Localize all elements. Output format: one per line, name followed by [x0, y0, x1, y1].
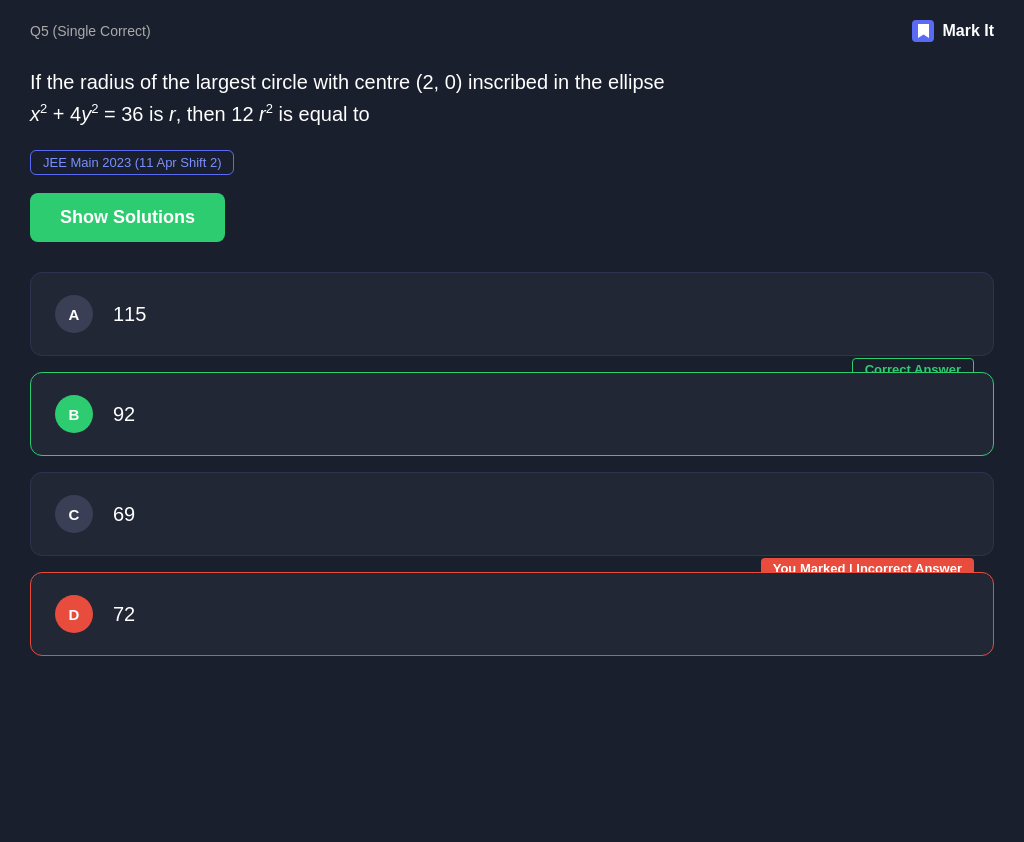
option-wrapper-d: You Marked | Incorrect Answer D 72 — [30, 572, 994, 656]
bookmark-icon — [912, 20, 934, 42]
option-circle-a: A — [55, 295, 93, 333]
show-solutions-button[interactable]: Show Solutions — [30, 193, 225, 242]
option-card-a[interactable]: A 115 — [30, 272, 994, 356]
option-value-c: 69 — [113, 503, 135, 526]
question-header: Q5 (Single Correct) Mark It — [30, 20, 994, 42]
option-wrapper-c: C 69 — [30, 472, 994, 556]
option-value-b: 92 — [113, 403, 135, 426]
options-container: A 115 Correct Answer B 92 C 69 You Marke… — [30, 272, 994, 656]
option-card-c[interactable]: C 69 — [30, 472, 994, 556]
mark-it-label: Mark It — [942, 22, 994, 40]
question-line2: x2 + 4y2 = 36 is r, then 12 r2 is equal … — [30, 98, 994, 130]
option-value-d: 72 — [113, 603, 135, 626]
question-label: Q5 (Single Correct) — [30, 23, 151, 39]
option-circle-b: B — [55, 395, 93, 433]
mark-it-button[interactable]: Mark It — [912, 20, 994, 42]
question-text: If the radius of the largest circle with… — [30, 66, 994, 130]
option-wrapper-b: Correct Answer B 92 — [30, 372, 994, 456]
question-line1: If the radius of the largest circle with… — [30, 66, 994, 98]
tag-badge: JEE Main 2023 (11 Apr Shift 2) — [30, 150, 234, 175]
option-circle-d: D — [55, 595, 93, 633]
option-value-a: 115 — [113, 303, 146, 326]
option-card-d[interactable]: D 72 — [30, 572, 994, 656]
option-card-b[interactable]: B 92 — [30, 372, 994, 456]
option-wrapper-a: A 115 — [30, 272, 994, 356]
option-circle-c: C — [55, 495, 93, 533]
